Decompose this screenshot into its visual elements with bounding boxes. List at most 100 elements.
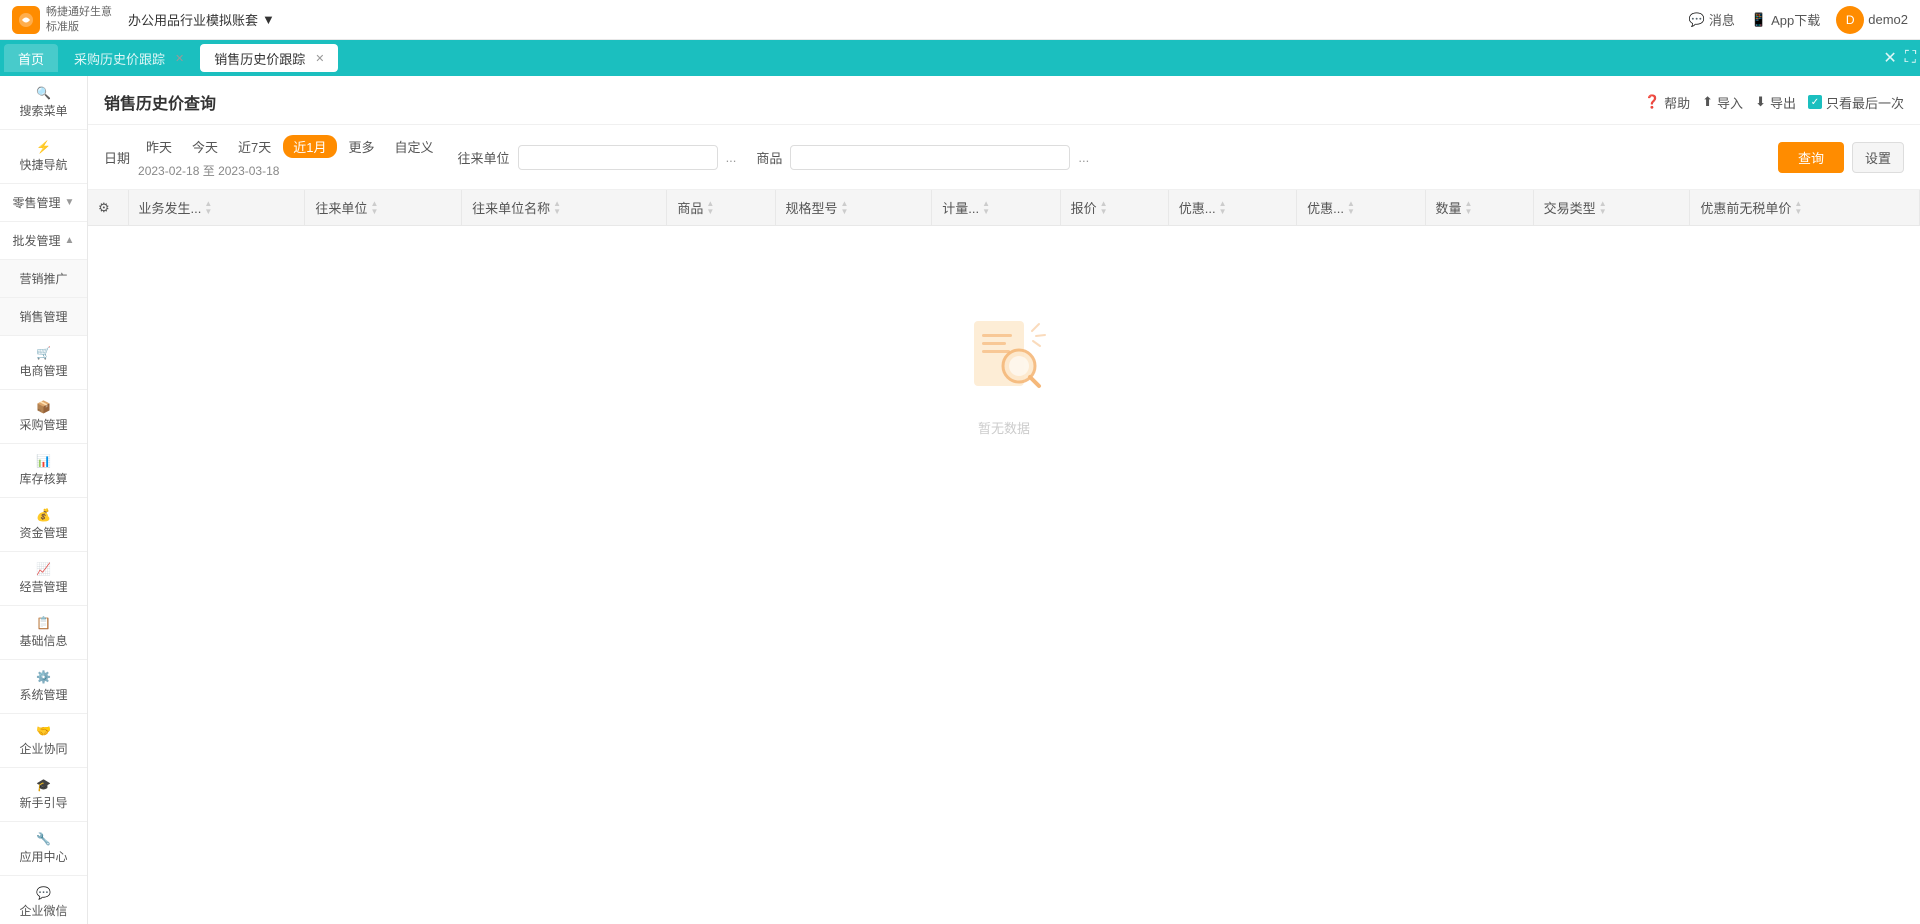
sort-arrows: ▲▼ — [1219, 200, 1227, 216]
sidebar-item-operations[interactable]: 📈 经营管理 — [0, 552, 87, 606]
chevron-down-icon: ▼ — [65, 197, 75, 208]
sort-arrows: ▲▼ — [553, 200, 561, 216]
page-header-actions: ❓ 帮助 ⬆ 导入 ⬇ 导出 ✓ 只看最后一次 — [1644, 93, 1904, 112]
enterprise-icon: 🤝 — [36, 724, 51, 738]
page-title: 销售历史价查询 — [104, 90, 216, 114]
query-button[interactable]: 查询 — [1778, 142, 1844, 173]
help-icon: ❓ — [1644, 94, 1660, 110]
date-btn-more[interactable]: 更多 — [341, 135, 383, 158]
col-quantity[interactable]: 数量 ▲▼ — [1425, 190, 1533, 226]
sidebar-item-purchase[interactable]: 📦 采购管理 — [0, 390, 87, 444]
main-layout: 🔍 搜索菜单 ⚡ 快捷导航 零售管理 ▼ 批发管理 ▲ 营销推广 销售管理 🛒 … — [0, 76, 1920, 924]
empty-state: 暂无数据 — [88, 226, 1920, 517]
counterpart-input[interactable] — [518, 145, 718, 170]
sidebar-item-wholesale[interactable]: 批发管理 ▲ — [0, 222, 87, 260]
col-settings[interactable]: ⚙ — [88, 190, 128, 226]
basicinfo-icon: 📋 — [36, 616, 51, 630]
sidebar-item-inventory[interactable]: 📊 库存核算 — [0, 444, 87, 498]
filter-actions: 查询 设置 — [1778, 142, 1904, 173]
tab-purchase-history[interactable]: 采购历史价跟踪 ✕ — [60, 44, 198, 72]
import-button[interactable]: ⬆ 导入 — [1702, 93, 1743, 112]
col-spec[interactable]: 规格型号 ▲▼ — [775, 190, 932, 226]
settings-button[interactable]: 设置 — [1852, 142, 1904, 173]
close-all-tabs-button[interactable]: ✕ — [1883, 48, 1896, 68]
page: 销售历史价查询 ❓ 帮助 ⬆ 导入 ⬇ 导出 ✓ — [88, 76, 1920, 924]
col-trade-type[interactable]: 交易类型 ▲▼ — [1533, 190, 1690, 226]
date-filter-label: 日期 — [104, 148, 130, 167]
only-last-checkbox[interactable]: ✓ 只看最后一次 — [1808, 93, 1904, 112]
col-counterpart-code[interactable]: 往来单位 ▲▼ — [305, 190, 462, 226]
app-logo — [12, 6, 40, 34]
sidebar-item-retail[interactable]: 零售管理 ▼ — [0, 184, 87, 222]
sort-arrows: ▲▼ — [204, 200, 212, 216]
sidebar-item-wechat[interactable]: 💬 企业微信 — [0, 876, 87, 924]
sort-arrows: ▲▼ — [1465, 200, 1473, 216]
date-btn-last1m[interactable]: 近1月 — [283, 135, 336, 158]
maximize-button[interactable]: ⛶ — [1905, 49, 1916, 67]
tab-purchase-label: 采购历史价跟踪 — [74, 49, 165, 68]
sidebar-item-basic-info[interactable]: 📋 基础信息 — [0, 606, 87, 660]
date-filter-group: 日期 昨天 今天 近7天 近1月 更多 自定义 2023-02-18 至 202… — [104, 135, 442, 179]
counterpart-ellipsis-button[interactable]: ... — [722, 150, 741, 165]
table-container[interactable]: ⚙ 业务发生... ▲▼ 往来单位 — [88, 190, 1920, 924]
goods-label: 商品 — [756, 148, 782, 167]
col-counterpart-name[interactable]: 往来单位名称 ▲▼ — [462, 190, 667, 226]
app-download-button[interactable]: 📱 App下载 — [1751, 10, 1820, 29]
counterpart-input-group: ... — [518, 145, 741, 170]
date-buttons: 昨天 今天 近7天 近1月 更多 自定义 — [138, 135, 442, 158]
goods-ellipsis-button[interactable]: ... — [1074, 150, 1093, 165]
col-unit[interactable]: 计量... ▲▼ — [932, 190, 1060, 226]
tab-home[interactable]: 首页 — [4, 44, 58, 72]
sidebar-item-search[interactable]: 🔍 搜索菜单 — [0, 76, 87, 130]
operations-icon: 📈 — [36, 562, 51, 576]
chat-icon: 💬 — [1689, 12, 1705, 28]
ecommerce-icon: 🛒 — [36, 346, 51, 360]
empty-text: 暂无数据 — [978, 418, 1030, 437]
sidebar-item-ecommerce[interactable]: 🛒 电商管理 — [0, 336, 87, 390]
date-btn-last7[interactable]: 近7天 — [230, 135, 279, 158]
workspace-selector[interactable]: 办公用品行业模拟账套 ▼ — [120, 10, 283, 29]
sidebar-item-sales-mgmt[interactable]: 销售管理 — [0, 298, 87, 336]
col-goods[interactable]: 商品 ▲▼ — [667, 190, 775, 226]
goods-filter-group: 商品 ... — [756, 145, 1093, 170]
sort-arrows: ▲▼ — [1794, 200, 1802, 216]
tab-sales-history[interactable]: 销售历史价跟踪 ✕ — [200, 44, 338, 72]
purchase-icon: 📦 — [36, 400, 51, 414]
logo-text: 畅捷通好生意 标准版 — [46, 5, 112, 34]
download-icon: 📱 — [1751, 12, 1767, 28]
export-button[interactable]: ⬇ 导出 — [1755, 93, 1796, 112]
wechat-icon: 💬 — [36, 886, 51, 900]
sort-arrows: ▲▼ — [706, 200, 714, 216]
sidebar-item-system[interactable]: ⚙️ 系统管理 — [0, 660, 87, 714]
import-icon: ⬆ — [1702, 94, 1713, 110]
sidebar-item-app-center[interactable]: 🔧 应用中心 — [0, 822, 87, 876]
chat-button[interactable]: 💬 消息 — [1689, 10, 1735, 29]
sidebar-item-quick-nav[interactable]: ⚡ 快捷导航 — [0, 130, 87, 184]
goods-input[interactable] — [790, 145, 1070, 170]
user-menu[interactable]: D demo2 — [1836, 6, 1908, 34]
tab-home-label: 首页 — [18, 49, 44, 68]
sidebar-item-enterprise[interactable]: 🤝 企业协同 — [0, 714, 87, 768]
tab-sales-close-icon[interactable]: ✕ — [315, 52, 324, 65]
date-btn-yesterday[interactable]: 昨天 — [138, 135, 180, 158]
col-biz-date[interactable]: 业务发生... ▲▼ — [128, 190, 305, 226]
date-btn-custom[interactable]: 自定义 — [387, 135, 442, 158]
quicknav-icon: ⚡ — [36, 140, 51, 154]
tabbar: 首页 采购历史价跟踪 ✕ 销售历史价跟踪 ✕ ✕ ⛶ — [0, 40, 1920, 76]
col-pretax-price[interactable]: 优惠前无税单价 ▲▼ — [1690, 190, 1920, 226]
sort-arrows: ▲▼ — [841, 200, 849, 216]
sidebar-item-guide[interactable]: 🎓 新手引导 — [0, 768, 87, 822]
data-table: ⚙ 业务发生... ▲▼ 往来单位 — [88, 190, 1920, 226]
chevron-down-icon: ▼ — [262, 12, 275, 27]
tab-sales-label: 销售历史价跟踪 — [214, 49, 305, 68]
sidebar-item-marketing[interactable]: 营销推广 — [0, 260, 87, 298]
tab-purchase-close-icon[interactable]: ✕ — [175, 52, 184, 65]
date-btn-today[interactable]: 今天 — [184, 135, 226, 158]
col-discount2[interactable]: 优惠... ▲▼ — [1297, 190, 1425, 226]
empty-illustration — [954, 306, 1054, 406]
col-discount1[interactable]: 优惠... ▲▼ — [1168, 190, 1296, 226]
counterpart-label: 往来单位 — [458, 148, 510, 167]
col-quote[interactable]: 报价 ▲▼ — [1060, 190, 1168, 226]
help-button[interactable]: ❓ 帮助 — [1644, 93, 1690, 112]
sidebar-item-finance[interactable]: 💰 资金管理 — [0, 498, 87, 552]
